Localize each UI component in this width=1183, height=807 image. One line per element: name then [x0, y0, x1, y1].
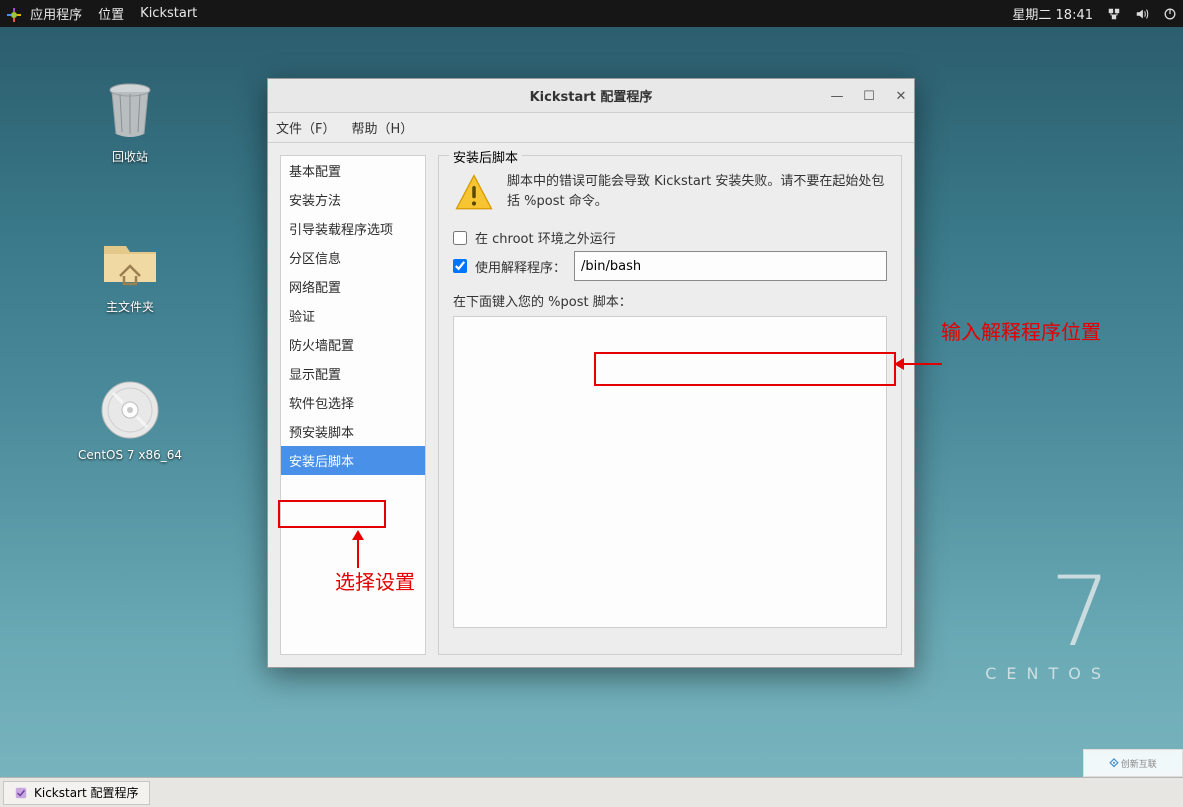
sidebar-item-8[interactable]: 软件包选择 [281, 388, 425, 417]
chk-outside-chroot-label: 在 chroot 环境之外运行 [475, 228, 616, 247]
app-icon [14, 786, 28, 800]
maximize-button[interactable]: ☐ [862, 89, 876, 103]
places-menu[interactable]: 位置 [98, 4, 124, 23]
window-title: Kickstart 配置程序 [268, 86, 914, 105]
post-script-textarea[interactable] [453, 316, 887, 628]
panel-legend: 安装后脚本 [449, 147, 522, 166]
trash-icon [98, 78, 162, 142]
desktop-home-label: 主文件夹 [70, 298, 190, 315]
desktop-trash-label: 回收站 [70, 148, 190, 165]
sidebar: 基本配置安装方法引导装载程序选项分区信息网络配置验证防火墙配置显示配置软件包选择… [280, 155, 426, 655]
apps-menu-label: 应用程序 [30, 8, 82, 23]
sidebar-item-1[interactable]: 安装方法 [281, 185, 425, 214]
sidebar-item-5[interactable]: 验证 [281, 301, 425, 330]
folder-home-icon [98, 228, 162, 292]
sidebar-item-2[interactable]: 引导装载程序选项 [281, 214, 425, 243]
disc-icon [98, 378, 162, 442]
sidebar-item-7[interactable]: 显示配置 [281, 359, 425, 388]
desktop-disc[interactable]: CentOS 7 x86_64 [70, 378, 190, 462]
sidebar-item-3[interactable]: 分区信息 [281, 243, 425, 272]
taskbar-item-label: Kickstart 配置程序 [34, 784, 139, 801]
chk-outside-chroot-row[interactable]: 在 chroot 环境之外运行 [453, 228, 887, 247]
clock[interactable]: 星期二 18:41 [1012, 4, 1093, 23]
desktop-trash[interactable]: 回收站 [70, 78, 190, 165]
annotation-input-hint: 输入解释程序位置 [941, 316, 1101, 345]
power-icon[interactable] [1163, 7, 1177, 21]
menu-file[interactable]: 文件（F） [276, 118, 335, 137]
apps-menu[interactable]: 应用程序 [6, 4, 82, 24]
interpreter-input[interactable] [574, 251, 887, 281]
kickstart-window: Kickstart 配置程序 — ☐ ✕ 文件（F） 帮助（H） 基本配置安装方… [267, 78, 915, 668]
desktop-home[interactable]: 主文件夹 [70, 228, 190, 315]
window-titlebar[interactable]: Kickstart 配置程序 — ☐ ✕ [268, 79, 914, 113]
menu-help[interactable]: 帮助（H） [351, 118, 413, 137]
volume-icon[interactable] [1135, 7, 1149, 21]
sidebar-item-9[interactable]: 预安装脚本 [281, 417, 425, 446]
close-button[interactable]: ✕ [894, 89, 908, 103]
chk-use-interpreter-label: 使用解释程序： [475, 257, 566, 276]
sidebar-item-6[interactable]: 防火墙配置 [281, 330, 425, 359]
sidebar-item-4[interactable]: 网络配置 [281, 272, 425, 301]
minimize-button[interactable]: — [830, 89, 844, 103]
sidebar-item-10[interactable]: 安装后脚本 [281, 446, 425, 475]
network-icon[interactable] [1107, 7, 1121, 21]
post-script-label: 在下面键入您的 %post 脚本： [453, 291, 887, 310]
active-app[interactable]: Kickstart [140, 6, 197, 21]
wallpaper-logo: 7 CENTOS [985, 564, 1111, 683]
chk-use-interpreter[interactable] [453, 259, 467, 273]
chk-outside-chroot[interactable] [453, 231, 467, 245]
warning-icon [453, 172, 495, 214]
taskbar-item-kickstart[interactable]: Kickstart 配置程序 [3, 781, 150, 805]
content-panel: 安装后脚本 脚本中的错误可能会导致 Kickstart 安装失败。请不要在起始处… [438, 155, 902, 655]
distro-icon [6, 7, 22, 23]
desktop-disc-label: CentOS 7 x86_64 [70, 448, 190, 462]
menubar: 文件（F） 帮助（H） [268, 113, 914, 143]
top-panel: 应用程序 位置 Kickstart 星期二 18:41 [0, 0, 1183, 27]
watermark: ⟐ 创新互联 [1083, 749, 1183, 777]
taskbar: Kickstart 配置程序 [0, 777, 1183, 807]
sidebar-item-0[interactable]: 基本配置 [281, 156, 425, 185]
warning-text: 脚本中的错误可能会导致 Kickstart 安装失败。请不要在起始处包括 %po… [507, 172, 887, 214]
